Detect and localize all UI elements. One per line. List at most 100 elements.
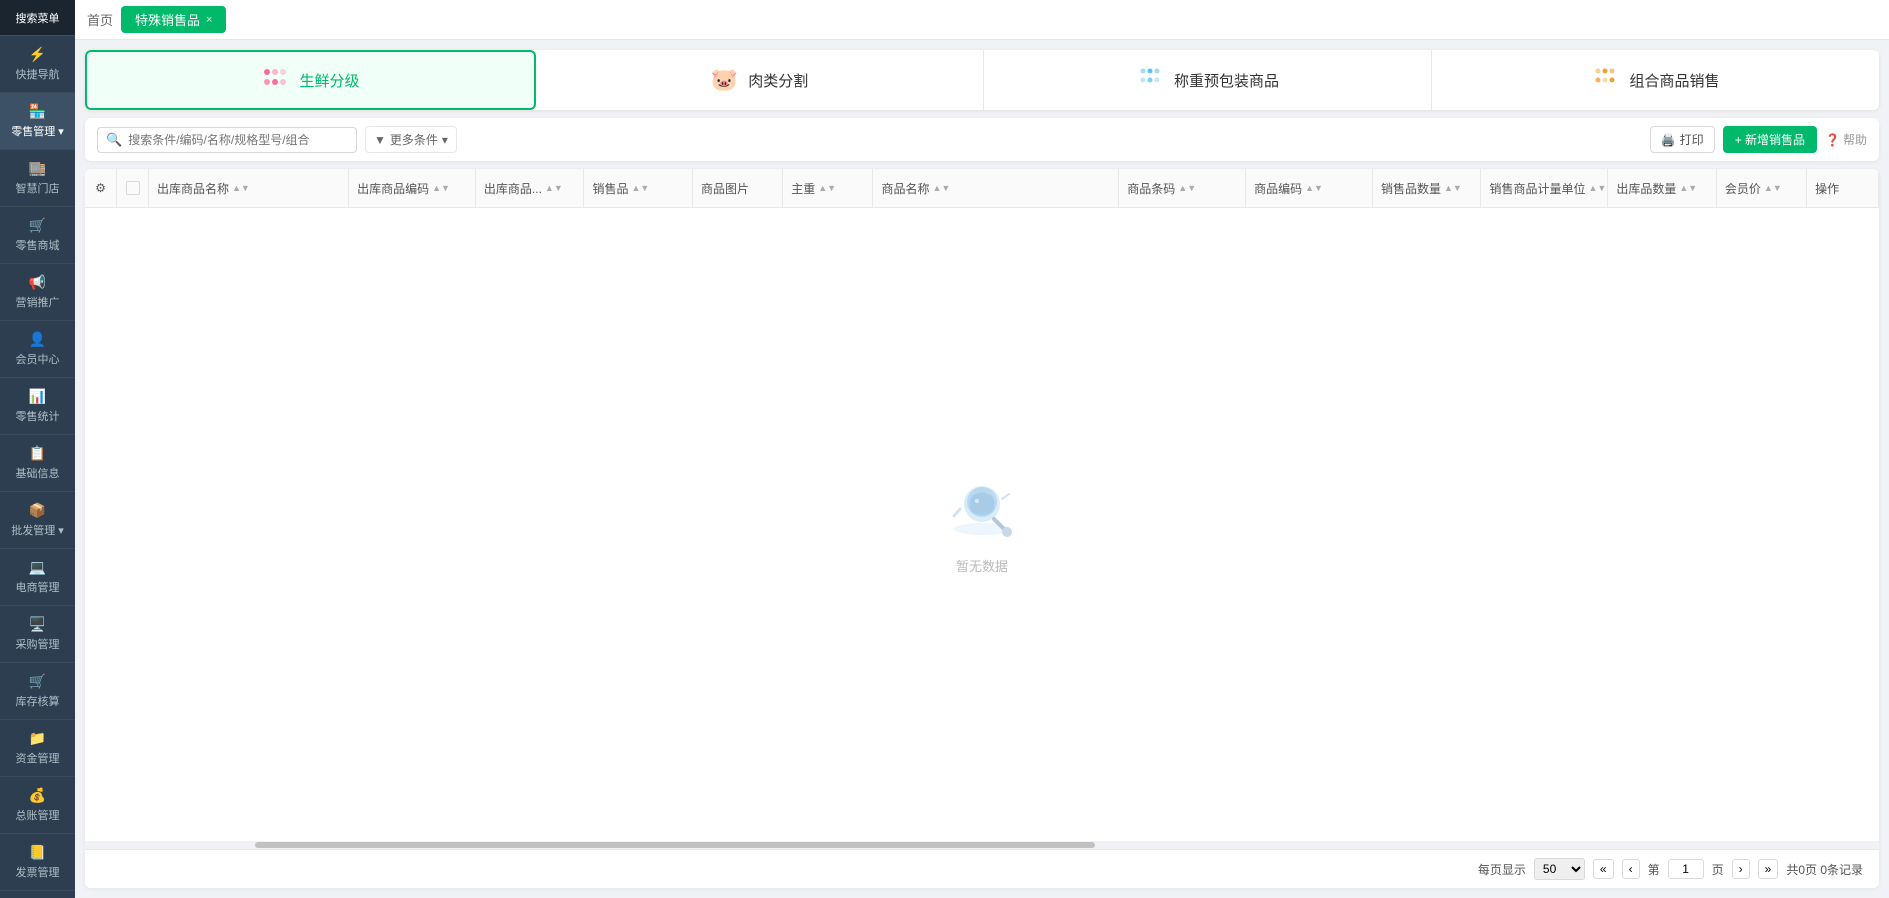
th-goods-barcode[interactable]: 商品条码 ▲▼	[1119, 169, 1246, 207]
ecom-mgmt-icon: 🖥️	[29, 616, 46, 633]
sidebar-item-member[interactable]: 👤 会员中心	[0, 321, 75, 378]
th-out-goods-code[interactable]: 出库商品编码 ▲▼	[349, 169, 476, 207]
cat-tab-combo-sale-label: 组合商品销售	[1629, 70, 1719, 91]
th-member-price[interactable]: 会员价 ▲▼	[1717, 169, 1807, 207]
sort-icon: ▲▼	[1444, 184, 1462, 193]
print-label: 打印	[1680, 131, 1704, 148]
cat-tab-fresh-grade[interactable]: 生鲜分级	[85, 50, 536, 110]
basic-info-icon: 📋	[29, 445, 46, 462]
cat-tab-meat-cut-label: 肉类分割	[748, 70, 808, 91]
toolbar-right: 🖨️ 打印 + 新增销售品 ❓ 帮助	[1650, 126, 1867, 153]
empty-state: 暂无数据	[85, 208, 1879, 841]
th-label: 商品名称	[881, 180, 929, 197]
page-size-label: 每页显示	[1478, 861, 1526, 878]
sidebar-item-mini-ecom[interactable]: 💻 电商管理	[0, 549, 75, 606]
last-page-button[interactable]: »	[1758, 859, 1779, 879]
breadcrumb[interactable]: 首页	[87, 10, 113, 29]
table-header: ⚙ 出库商品名称 ▲▼ 出库商品编码 ▲▼ 出库商品... ▲▼	[85, 169, 1879, 208]
sidebar-item-label: 批发管理 ▾	[11, 522, 64, 538]
th-label: 销售商品计量单位	[1489, 180, 1585, 197]
prev-page-button[interactable]: ‹	[1622, 859, 1640, 879]
smart-store-icon: 🏬	[29, 160, 46, 177]
th-label: 销售品数量	[1381, 180, 1441, 197]
pagination-bar: 每页显示 50 10 20 100 « ‹ 第 页 › » 共0页 0条记录	[85, 849, 1879, 888]
sidebar-item-quick-nav[interactable]: ⚡ 快捷导航	[0, 36, 75, 93]
th-label: 商品条码	[1127, 180, 1175, 197]
page-number-input[interactable]	[1668, 859, 1704, 879]
help-button[interactable]: ❓ 帮助	[1825, 131, 1867, 148]
filter-label: 更多条件	[390, 131, 438, 148]
cat-tab-weight-pack-label: 称重预包装商品	[1174, 70, 1279, 91]
sidebar-item-wholesale[interactable]: 📦 批发管理 ▾	[0, 492, 75, 549]
th-goods-img[interactable]: 商品图片	[693, 169, 783, 207]
th-gear[interactable]: ⚙	[85, 169, 117, 207]
th-out-spec[interactable]: 出库商品... ▲▼	[476, 169, 585, 207]
th-sale-goods[interactable]: 销售品 ▲▼	[584, 169, 693, 207]
sidebar-item-ecom-mgmt[interactable]: 🖥️ 采购管理	[0, 606, 75, 663]
th-out-qty[interactable]: 出库品数量 ▲▼	[1608, 169, 1717, 207]
next-page-button[interactable]: ›	[1732, 859, 1750, 879]
page-size-select[interactable]: 50 10 20 100	[1534, 858, 1585, 880]
cat-tab-weight-pack[interactable]: 称重预包装商品	[984, 50, 1432, 110]
first-page-button[interactable]: «	[1593, 859, 1614, 879]
add-label: + 新增销售品	[1735, 131, 1805, 148]
th-main-weight[interactable]: 主重 ▲▼	[783, 169, 873, 207]
sidebar-item-smart-store[interactable]: 🏬 智慧门店	[0, 150, 75, 207]
search-icon: 🔍	[106, 132, 122, 148]
sidebar-item-retail-mgmt[interactable]: 🏪 零售管理 ▾	[0, 93, 75, 150]
active-tab[interactable]: 特殊销售品 ×	[121, 6, 226, 33]
sidebar-item-label: 零售管理 ▾	[11, 123, 64, 139]
sidebar-item-inventory[interactable]: 📁 资金管理	[0, 720, 75, 777]
horizontal-scrollbar[interactable]	[85, 841, 1879, 849]
retail-mgmt-icon: 🏪	[29, 103, 46, 120]
sidebar-item-marketing[interactable]: 📢 营销推广	[0, 264, 75, 321]
th-goods-code[interactable]: 商品编码 ▲▼	[1246, 169, 1373, 207]
sort-icon: ▲▼	[432, 184, 450, 193]
th-sale-unit[interactable]: 销售商品计量单位 ▲▼	[1481, 169, 1608, 207]
th-out-goods-name[interactable]: 出库商品名称 ▲▼	[149, 169, 349, 207]
print-button[interactable]: 🖨️ 打印	[1650, 126, 1715, 153]
th-check[interactable]	[117, 169, 149, 207]
close-tab-icon[interactable]: ×	[206, 14, 212, 26]
sort-icon: ▲▼	[631, 184, 649, 193]
th-label: 出库商品编码	[357, 180, 429, 197]
sidebar-item-basic-info[interactable]: 📋 基础信息	[0, 435, 75, 492]
sidebar: 搜索菜单 ⚡ 快捷导航 🏪 零售管理 ▾ 🏬 智慧门店 🛒 零售商城 📢 营销推…	[0, 0, 75, 898]
th-sale-qty[interactable]: 销售品数量 ▲▼	[1373, 169, 1482, 207]
th-goods-name[interactable]: 商品名称 ▲▼	[873, 169, 1119, 207]
add-sale-goods-button[interactable]: + 新增销售品	[1723, 126, 1817, 153]
sort-icon: ▲▼	[232, 184, 250, 193]
sidebar-item-purchase[interactable]: 🛒 库存核算	[0, 663, 75, 720]
sidebar-item-label: 智慧门店	[16, 180, 60, 196]
search-input[interactable]	[128, 133, 348, 147]
cat-tab-meat-cut[interactable]: 🐷 肉类分割	[536, 50, 984, 110]
sort-icon: ▲▼	[1764, 184, 1782, 193]
ledger-icon: 📒	[29, 844, 46, 861]
th-label: 销售品	[592, 180, 628, 197]
th-label: 商品编码	[1254, 180, 1302, 197]
search-box[interactable]: 🔍	[97, 127, 357, 153]
sort-icon: ▲▼	[1305, 184, 1323, 193]
sidebar-item-retail-stats[interactable]: 📊 零售统计	[0, 378, 75, 435]
sidebar-item-ledger[interactable]: 📒 发票管理	[0, 834, 75, 891]
finance-icon: 💰	[29, 787, 46, 804]
sidebar-logo[interactable]: 搜索菜单	[0, 0, 75, 36]
print-icon: 🖨️	[1661, 133, 1676, 147]
combo-sale-icon	[1591, 66, 1619, 94]
scrollbar-thumb[interactable]	[255, 842, 1095, 848]
help-icon: ❓	[1825, 133, 1840, 147]
sort-icon: ▲▼	[1679, 184, 1697, 193]
sidebar-item-invoice[interactable]: 🧾 税务管理	[0, 891, 75, 898]
th-label: 商品图片	[701, 180, 749, 197]
sort-icon: ▲▼	[1589, 184, 1607, 193]
sidebar-item-retail-mall[interactable]: 🛒 零售商城	[0, 207, 75, 264]
member-icon: 👤	[29, 331, 46, 348]
table-container: ⚙ 出库商品名称 ▲▼ 出库商品编码 ▲▼ 出库商品... ▲▼	[85, 169, 1879, 888]
main-area: 首页 特殊销售品 × 生鲜	[75, 0, 1889, 898]
select-all-checkbox[interactable]	[126, 181, 140, 195]
cat-tab-combo-sale[interactable]: 组合商品销售	[1432, 50, 1879, 110]
th-label: 出库品数量	[1616, 180, 1676, 197]
filter-button[interactable]: ▼ 更多条件 ▾	[365, 126, 457, 153]
filter-icon: ▼	[374, 133, 386, 147]
sidebar-item-finance[interactable]: 💰 总账管理	[0, 777, 75, 834]
